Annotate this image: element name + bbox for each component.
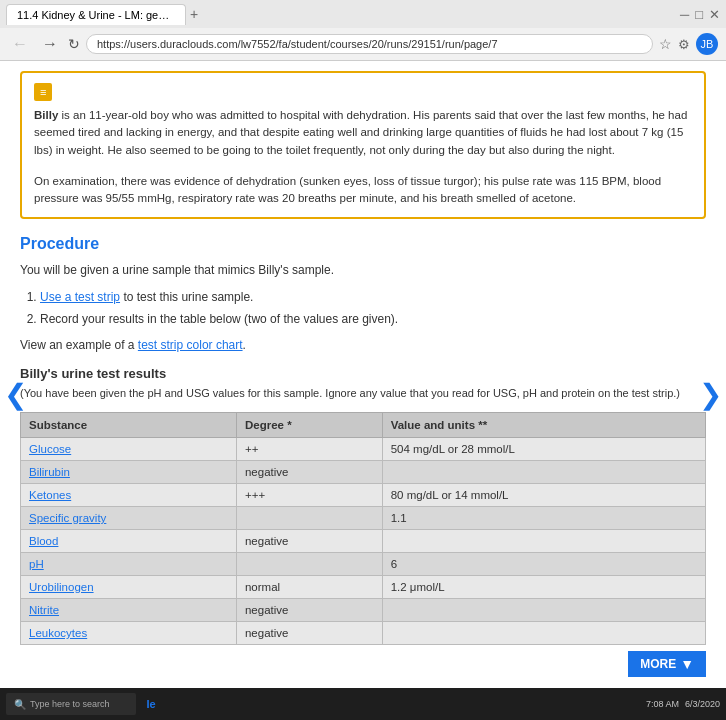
ie-label: Ie — [146, 698, 155, 710]
table-header-row: Substance Degree * Value and units ** — [21, 412, 706, 437]
taskbar-ie-icon[interactable]: Ie — [140, 693, 162, 715]
table-row: pH 6 — [21, 552, 706, 575]
case-icon: ≡ — [34, 83, 52, 101]
value-cell: 504 mg/dL or 28 mmol/L — [382, 437, 705, 460]
table-row: Leukocytesnegative — [21, 621, 706, 644]
substance-cell[interactable]: Glucose — [21, 437, 237, 460]
profile-avatar[interactable]: JB — [696, 33, 718, 55]
forward-button[interactable]: → — [38, 33, 62, 55]
test-strip-color-chart-link[interactable]: test strip color chart — [138, 338, 243, 352]
use-test-strip-link[interactable]: Use a test strip — [40, 290, 120, 304]
substance-cell[interactable]: Specific gravity — [21, 506, 237, 529]
browser-chrome: 11.4 Kidney & Urine - LM: gen... x × + ─… — [0, 0, 726, 61]
clock-date: 6/3/2020 — [685, 699, 720, 709]
table-row: Ketones+++80 mg/dL or 14 mmol/L — [21, 483, 706, 506]
results-note: (You have been given the pH and USG valu… — [20, 385, 706, 402]
substance-cell[interactable]: Nitrite — [21, 598, 237, 621]
table-row: Urobilinogennormal1.2 μmol/L — [21, 575, 706, 598]
value-cell — [382, 621, 705, 644]
bookmark-icon[interactable]: ☆ — [659, 36, 672, 52]
browser-tab[interactable]: 11.4 Kidney & Urine - LM: gen... x × — [6, 4, 186, 25]
close-btn[interactable]: ✕ — [709, 7, 720, 22]
procedure-section-title: Procedure — [20, 235, 706, 253]
search-icon: 🔍 — [14, 699, 26, 710]
degree-cell: negative — [236, 529, 382, 552]
more-label: MORE — [640, 657, 676, 671]
col-substance: Substance — [21, 412, 237, 437]
case-paragraph-2: On examination, there was evidence of de… — [34, 173, 692, 208]
degree-cell: ++ — [236, 437, 382, 460]
substance-cell[interactable]: Bilirubin — [21, 460, 237, 483]
value-cell — [382, 529, 705, 552]
value-cell: 1.2 μmol/L — [382, 575, 705, 598]
case-paragraph-1: Billy is an 11-year-old boy who was admi… — [34, 107, 692, 159]
substance-cell[interactable]: Blood — [21, 529, 237, 552]
results-table: Substance Degree * Value and units ** Gl… — [20, 412, 706, 645]
new-tab-button[interactable]: + — [190, 6, 198, 22]
degree-cell: negative — [236, 460, 382, 483]
prev-page-arrow[interactable]: ❮ — [4, 377, 27, 410]
value-cell: 80 mg/dL or 14 mmol/L — [382, 483, 705, 506]
reload-button[interactable]: ↻ — [68, 36, 80, 52]
minimize-btn[interactable]: ─ — [680, 7, 689, 22]
taskbar: 🔍 Type here to search Ie 7:08 AM 6/3/202… — [0, 688, 726, 720]
degree-cell: negative — [236, 621, 382, 644]
procedure-steps: Use a test strip to test this urine samp… — [40, 287, 706, 330]
view-example-text: View an example of a test strip color ch… — [20, 338, 706, 352]
url-input[interactable]: https://users.duraclouds.com/lw7552/fa/s… — [86, 34, 653, 54]
clock-time: 7:08 AM — [646, 699, 679, 709]
degree-cell — [236, 552, 382, 575]
case-box: ≡ Billy is an 11-year-old boy who was ad… — [20, 71, 706, 219]
substance-cell[interactable]: Leukocytes — [21, 621, 237, 644]
value-cell: 6 — [382, 552, 705, 575]
col-degree: Degree * — [236, 412, 382, 437]
value-cell: 1.1 — [382, 506, 705, 529]
substance-cell[interactable]: pH — [21, 552, 237, 575]
procedure-step-1: Use a test strip to test this urine samp… — [40, 287, 706, 309]
table-row: Specific gravity 1.1 — [21, 506, 706, 529]
more-arrow-icon: ▼ — [680, 656, 694, 672]
substance-cell[interactable]: Ketones — [21, 483, 237, 506]
degree-cell — [236, 506, 382, 529]
title-bar: 11.4 Kidney & Urine - LM: gen... x × + ─… — [0, 0, 726, 28]
taskbar-system-tray: 7:08 AM 6/3/2020 — [646, 699, 720, 709]
procedure-intro: You will be given a urine sample that mi… — [20, 261, 706, 279]
degree-cell: normal — [236, 575, 382, 598]
extensions-icon: ⚙ — [678, 37, 690, 52]
page-content: ❮ ❯ ≡ Billy is an 11-year-old boy who wa… — [0, 61, 726, 720]
degree-cell: negative — [236, 598, 382, 621]
value-cell — [382, 598, 705, 621]
substance-cell[interactable]: Urobilinogen — [21, 575, 237, 598]
maximize-btn[interactable]: □ — [695, 7, 703, 22]
table-row: Glucose++504 mg/dL or 28 mmol/L — [21, 437, 706, 460]
taskbar-search[interactable]: 🔍 Type here to search — [6, 693, 136, 715]
table-row: Bilirubinnegative — [21, 460, 706, 483]
taskbar-search-placeholder: Type here to search — [30, 699, 110, 709]
table-row: Nitritenegative — [21, 598, 706, 621]
more-button[interactable]: MORE ▼ — [628, 651, 706, 677]
procedure-step-2: Record your results in the table below (… — [40, 309, 706, 331]
table-row: Bloodnegative — [21, 529, 706, 552]
col-value: Value and units ** — [382, 412, 705, 437]
back-button[interactable]: ← — [8, 33, 32, 55]
address-bar: ← → ↻ https://users.duraclouds.com/lw755… — [0, 28, 726, 60]
results-title: Billy's urine test results — [20, 366, 706, 381]
degree-cell: +++ — [236, 483, 382, 506]
value-cell — [382, 460, 705, 483]
next-page-arrow[interactable]: ❯ — [699, 377, 722, 410]
